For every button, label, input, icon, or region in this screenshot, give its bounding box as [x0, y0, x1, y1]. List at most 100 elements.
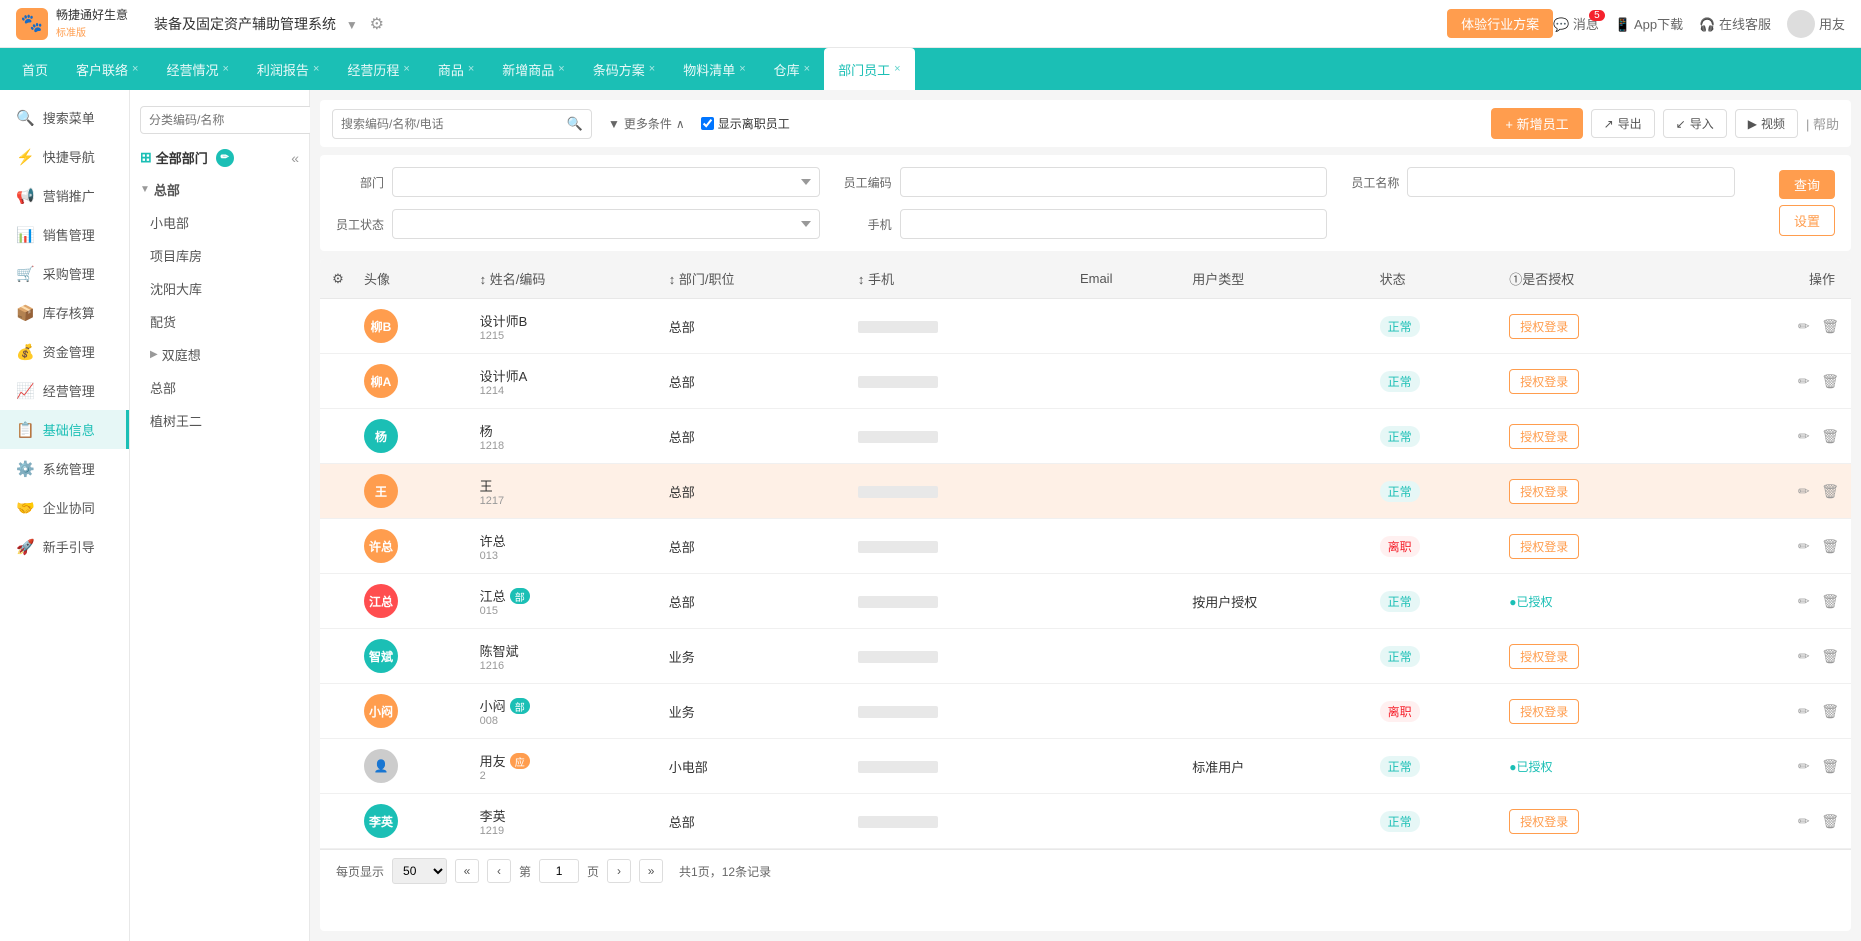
authorize-button[interactable]: 授权登录 — [1509, 699, 1579, 724]
delete-button[interactable]: 🗑 — [1817, 701, 1843, 722]
online-service[interactable]: 🎧 在线客服 — [1699, 14, 1771, 33]
tree-item-peihuo[interactable]: 配货 — [130, 305, 309, 338]
delete-button[interactable]: 🗑 — [1817, 591, 1843, 612]
phone-input[interactable] — [900, 209, 1328, 239]
trial-button[interactable]: 体验行业方案 — [1447, 9, 1553, 38]
tab-warehouse[interactable]: 仓库 × — [760, 48, 824, 90]
sidebar-item-shortcut[interactable]: ⚡ 快捷导航 — [0, 137, 129, 176]
delete-button[interactable]: 🗑 — [1817, 756, 1843, 777]
edit-button[interactable]: ✏ — [1794, 371, 1814, 392]
tree-item-xiaodianbu[interactable]: 小电部 — [130, 206, 309, 239]
delete-button[interactable]: 🗑 — [1817, 371, 1843, 392]
authorize-button[interactable]: 授权登录 — [1509, 534, 1579, 559]
edit-button[interactable]: ✏ — [1794, 591, 1814, 612]
search-input[interactable] — [341, 117, 563, 131]
close-icon[interactable]: × — [804, 63, 810, 75]
sidebar-item-finance[interactable]: 💰 资金管理 — [0, 332, 129, 371]
delete-button[interactable]: 🗑 — [1817, 646, 1843, 667]
edit-button[interactable]: ✏ — [1794, 426, 1814, 447]
page-number-input[interactable] — [539, 859, 579, 883]
add-employee-button[interactable]: + 新增员工 — [1491, 108, 1582, 139]
collapse-button[interactable]: « — [291, 150, 299, 166]
tree-item-xiangmukufang[interactable]: 项目库房 — [130, 239, 309, 272]
close-icon[interactable]: × — [403, 63, 409, 75]
close-icon[interactable]: × — [313, 63, 319, 75]
delete-button[interactable]: 🗑 — [1817, 811, 1843, 832]
sidebar-item-marketing[interactable]: 📢 营销推广 — [0, 176, 129, 215]
tree-item-zongbu[interactable]: 总部 — [130, 371, 309, 404]
more-conditions-button[interactable]: ▼ 更多条件 ∧ — [600, 111, 693, 136]
app-download[interactable]: 📱 App下载 — [1615, 14, 1683, 33]
dept-search-input[interactable] — [140, 106, 313, 134]
user-area[interactable]: 用友 — [1787, 10, 1845, 38]
tab-employee[interactable]: 部门员工 × — [824, 48, 914, 90]
tree-item-zongbu-parent[interactable]: ▼ 总部 — [130, 173, 309, 206]
query-button[interactable]: 查询 — [1779, 170, 1835, 199]
view-button[interactable]: ▶ 视频 — [1735, 109, 1798, 138]
edit-button[interactable]: ✏ — [1794, 811, 1814, 832]
close-icon[interactable]: × — [894, 63, 900, 75]
tree-item-shenyangdaku[interactable]: 沈阳大库 — [130, 272, 309, 305]
tab-goods[interactable]: 商品 × — [424, 48, 488, 90]
delete-button[interactable]: 🗑 — [1817, 481, 1843, 502]
show-resigned-label[interactable]: 显示离职员工 — [701, 115, 790, 132]
edit-button[interactable]: ✏ — [1794, 481, 1814, 502]
per-page-select[interactable]: 50 20 100 — [392, 858, 447, 884]
edit-button[interactable]: ✏ — [1794, 536, 1814, 557]
delete-button[interactable]: 🗑 — [1817, 536, 1843, 557]
sidebar-item-search[interactable]: 🔍 搜索菜单 — [0, 98, 129, 137]
tab-profit[interactable]: 利润报告 × — [243, 48, 333, 90]
emp-code-input[interactable] — [900, 167, 1328, 197]
close-icon[interactable]: × — [132, 63, 138, 75]
sidebar-item-basic[interactable]: 📋 基础信息 — [0, 410, 129, 449]
tab-home[interactable]: 首页 — [8, 48, 62, 90]
tab-operation[interactable]: 经营情况 × — [152, 48, 242, 90]
tab-history[interactable]: 经营历程 × — [333, 48, 423, 90]
edit-button[interactable]: ✏ — [1794, 756, 1814, 777]
close-icon[interactable]: × — [558, 63, 564, 75]
sidebar-item-collab[interactable]: 🤝 企业协同 — [0, 488, 129, 527]
tree-item-zhishuwanger[interactable]: 植树王二 — [130, 404, 309, 437]
edit-button[interactable]: ✏ — [1794, 701, 1814, 722]
close-icon[interactable]: × — [739, 63, 745, 75]
authorize-button[interactable]: 授权登录 — [1509, 369, 1579, 394]
col-gear[interactable]: ⚙ — [320, 259, 356, 299]
delete-button[interactable]: 🗑 — [1817, 426, 1843, 447]
sidebar-item-system[interactable]: ⚙️ 系统管理 — [0, 449, 129, 488]
sidebar-item-inventory[interactable]: 📦 库存核算 — [0, 293, 129, 332]
authorize-button[interactable]: 授权登录 — [1509, 644, 1579, 669]
prev-page-button[interactable]: ‹ — [487, 859, 511, 883]
authorize-button[interactable]: 授权登录 — [1509, 479, 1579, 504]
close-icon[interactable]: × — [649, 63, 655, 75]
col-dept[interactable]: ↕ 部门/职位 — [661, 259, 850, 299]
tree-item-shuangtingxiang[interactable]: ▶ 双庭想 — [130, 338, 309, 371]
close-icon[interactable]: × — [222, 63, 228, 75]
col-name-code[interactable]: ↕ 姓名/编码 — [472, 259, 661, 299]
close-icon[interactable]: × — [468, 63, 474, 75]
sidebar-item-purchase[interactable]: 🛒 采购管理 — [0, 254, 129, 293]
edit-badge[interactable]: ✏ — [216, 149, 234, 167]
help-button[interactable]: | 帮助 — [1806, 114, 1839, 133]
sidebar-item-guide[interactable]: 🚀 新手引导 — [0, 527, 129, 566]
authorize-button[interactable]: 授权登录 — [1509, 314, 1579, 339]
settings-icon[interactable]: ⚙ — [370, 16, 384, 33]
next-page-button[interactable]: › — [607, 859, 631, 883]
edit-button[interactable]: ✏ — [1794, 316, 1814, 337]
emp-name-input[interactable] — [1407, 167, 1735, 197]
show-resigned-checkbox[interactable] — [701, 117, 714, 130]
authorize-button[interactable]: 授权登录 — [1509, 424, 1579, 449]
export-button[interactable]: ↗ 导出 — [1591, 109, 1655, 138]
tab-bom[interactable]: 物料清单 × — [669, 48, 759, 90]
authorize-button[interactable]: 授权登录 — [1509, 809, 1579, 834]
import-button[interactable]: ↙ 导入 — [1663, 109, 1727, 138]
tab-barcode[interactable]: 条码方案 × — [579, 48, 669, 90]
emp-status-select[interactable] — [392, 209, 820, 239]
sidebar-item-business[interactable]: 📈 经营管理 — [0, 371, 129, 410]
sidebar-item-sales[interactable]: 📊 销售管理 — [0, 215, 129, 254]
tab-add-goods[interactable]: 新增商品 × — [488, 48, 578, 90]
delete-button[interactable]: 🗑 — [1817, 316, 1843, 337]
notice-area[interactable]: 💬 消息 5 — [1553, 14, 1599, 33]
col-phone[interactable]: ↕ 手机 — [850, 259, 1072, 299]
first-page-button[interactable]: « — [455, 859, 479, 883]
last-page-button[interactable]: » — [639, 859, 663, 883]
